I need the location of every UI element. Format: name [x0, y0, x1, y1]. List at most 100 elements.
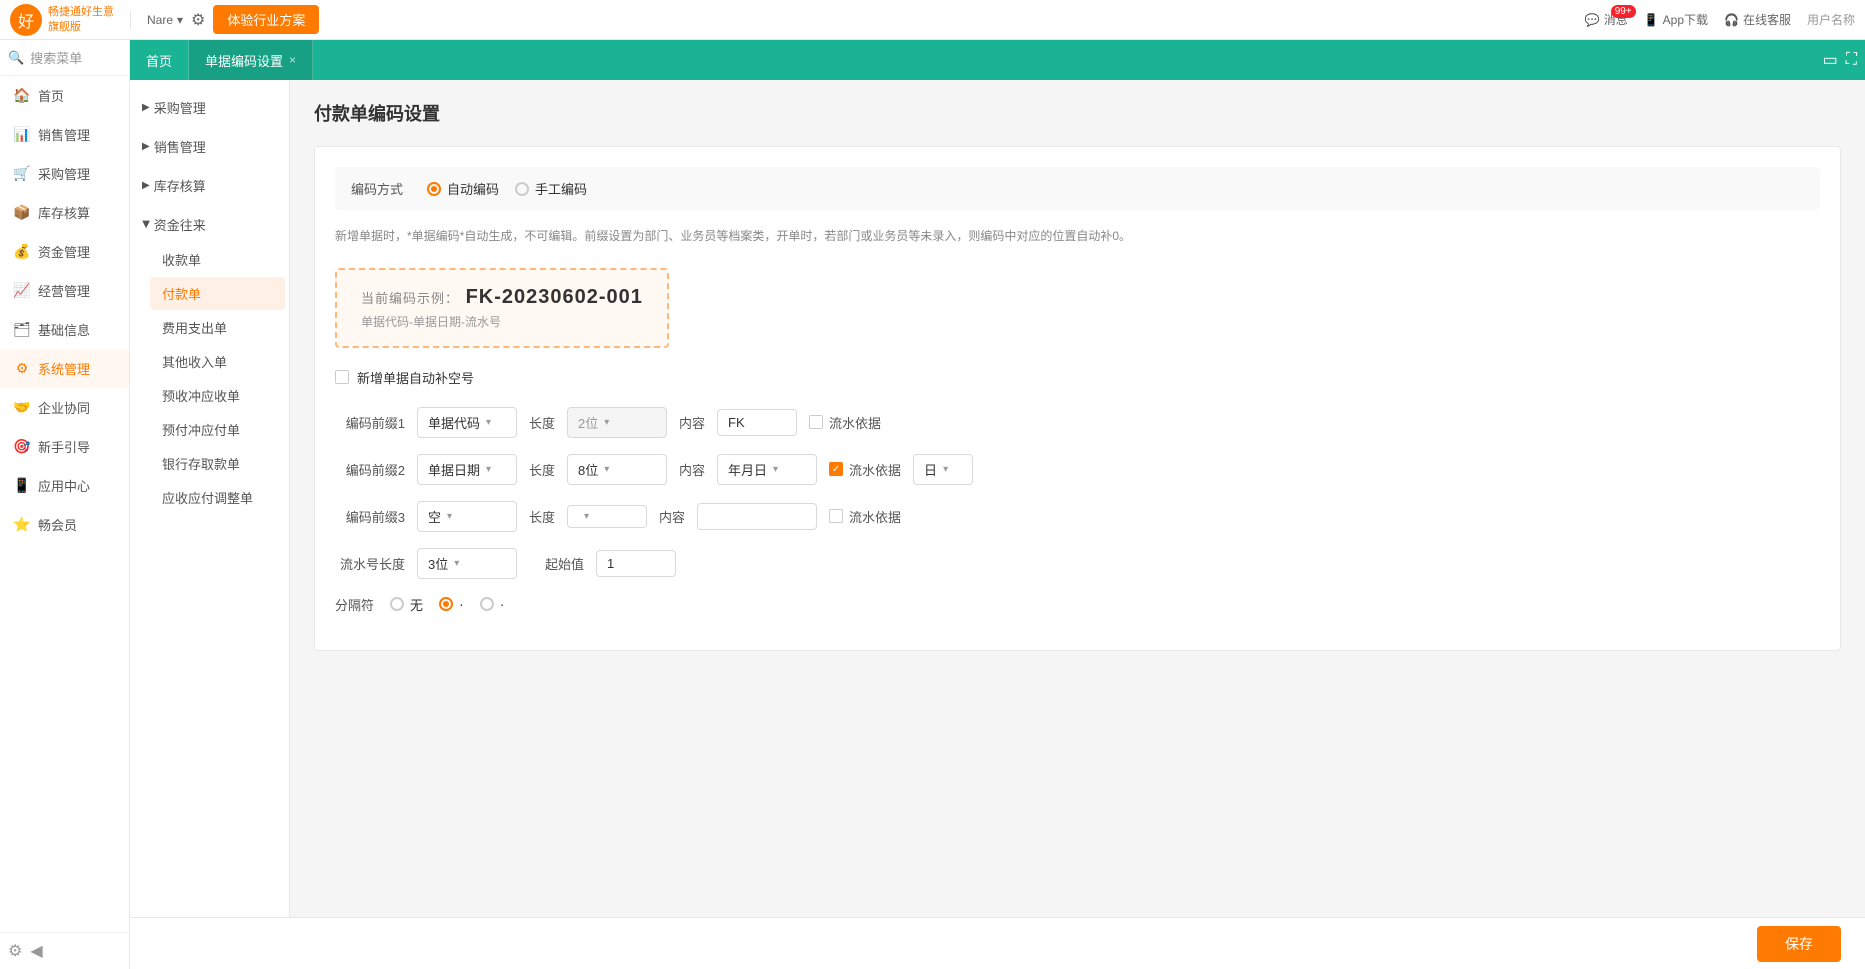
basic-icon: 🗂	[14, 322, 30, 338]
prefix2-length-label: 长度	[529, 460, 555, 479]
sub-nav-capital[interactable]: ▶ 资金往来	[130, 207, 289, 242]
encoding-method-label: 编码方式	[351, 179, 403, 198]
separator-label: 分隔符	[335, 595, 374, 614]
prefix2-label: 编码前缀2	[335, 460, 405, 479]
select-arrow-icon: ▾	[604, 464, 609, 475]
auto-code-option[interactable]: 自动编码	[427, 179, 499, 198]
description-text: 新增单据时，*单据编码*自动生成，不可编辑。前缀设置为部门、业务员等档案类，开单…	[335, 226, 1820, 248]
serial-length-select[interactable]: 3位 ▾	[417, 548, 517, 579]
auto-code-radio[interactable]	[427, 182, 441, 196]
purchase-icon: 🛒	[14, 166, 30, 182]
sub-sidebar: ▶ 采购管理 ▶ 销售管理 ▶ 库存核算 ▶ 资金往来 收款单 付款单	[130, 80, 290, 969]
prefix3-select[interactable]: 空 ▾	[417, 501, 517, 532]
sidebar-item-basic[interactable]: 🗂 基础信息	[0, 310, 129, 349]
message-button[interactable]: 💬 消息 99+	[1585, 11, 1628, 28]
topbar: 好 畅捷通好生意 旗舰版 Nare ▾ ⚙ 体验行业方案 💬 消息 99+ 📱 …	[0, 0, 1865, 40]
preview-code: 当前编码示例： FK-20230602-001	[361, 286, 643, 309]
prefix2-select[interactable]: 单据日期 ▾	[417, 454, 517, 485]
fullscreen-icon[interactable]: ⛶	[1846, 51, 1857, 69]
prefix3-stream-checkbox[interactable]	[829, 509, 843, 523]
prefix1-stream-checkbox[interactable]	[809, 415, 823, 429]
sub-nav-group-purchase: ▶ 采购管理	[130, 90, 289, 125]
sidebar-item-system[interactable]: ⚙ 系统管理	[0, 349, 129, 388]
sidebar-item-purchase[interactable]: 🛒 采购管理	[0, 154, 129, 193]
logo-icon: 好	[10, 4, 42, 36]
sidebar-item-sales[interactable]: 📊 销售管理	[0, 115, 129, 154]
sub-nav-capital-children: 收款单 付款单 费用支出单 其他收入单 预收冲应收单 预付冲应付单 银行存取款单…	[130, 243, 289, 514]
sidebar-collapse-button[interactable]: ◀	[30, 941, 42, 961]
arrow-icon: ▶	[140, 221, 151, 229]
sub-nav-expense[interactable]: 费用支出单	[150, 311, 285, 344]
topbar-company[interactable]: Nare ▾	[147, 13, 183, 27]
sub-nav-group-inventory: ▶ 库存核算	[130, 168, 289, 203]
arrow-icon: ▶	[142, 102, 150, 113]
sidebar-item-inventory[interactable]: 📦 库存核算	[0, 193, 129, 232]
prefix1-row: 编码前缀1 单据代码 ▾ 长度 2位 ▾ 内容 流水依据	[335, 407, 1820, 438]
sidebar-item-operations[interactable]: 📈 经营管理	[0, 271, 129, 310]
select-arrow-icon: ▾	[454, 558, 459, 569]
sales-icon: 📊	[14, 127, 30, 143]
topbar-divider	[130, 10, 131, 30]
sub-nav-prepay-receive[interactable]: 预收冲应收单	[150, 379, 285, 412]
sidebar-item-member[interactable]: ⭐ 畅会员	[0, 505, 129, 544]
serial-length-row: 流水号长度 3位 ▾ 起始值	[335, 548, 1820, 579]
online-service-button[interactable]: 🎧 在线客服	[1724, 11, 1791, 28]
prefix2-length-select[interactable]: 8位 ▾	[567, 454, 667, 485]
tab-home[interactable]: 首页	[130, 40, 189, 80]
select-arrow-icon: ▾	[584, 511, 589, 522]
sep-period-radio[interactable]	[480, 597, 494, 611]
start-value-input[interactable]	[596, 550, 676, 577]
prefix3-label: 编码前缀3	[335, 507, 405, 526]
sub-nav-prepay-pay[interactable]: 预付冲应付单	[150, 413, 285, 446]
apps-icon: 📱	[14, 478, 30, 494]
tab-encoding-settings[interactable]: 单据编码设置 ×	[189, 40, 313, 80]
sub-nav-sales[interactable]: ▶ 销售管理	[130, 129, 289, 164]
inventory-icon: 📦	[14, 205, 30, 221]
sidebar-item-guide[interactable]: 🎯 新手引导	[0, 427, 129, 466]
auto-fill-checkbox[interactable]	[335, 370, 349, 384]
select-arrow-icon: ▾	[604, 417, 609, 428]
sub-nav-other-income[interactable]: 其他收入单	[150, 345, 285, 378]
sub-nav-adjustments[interactable]: 应收应付调整单	[150, 481, 285, 514]
sep-dot-radio[interactable]	[439, 597, 453, 611]
encoding-method-row: 编码方式 自动编码 手工编码	[335, 167, 1820, 210]
prefix3-content-input[interactable]	[697, 503, 817, 530]
settings-icon[interactable]: ⚙	[191, 10, 205, 30]
sub-nav-inventory[interactable]: ▶ 库存核算	[130, 168, 289, 203]
preview-desc: 单据代码-单据日期-流水号	[361, 313, 643, 330]
app-download-button[interactable]: 📱 App下载	[1644, 11, 1708, 28]
sub-nav-bank[interactable]: 银行存取款单	[150, 447, 285, 480]
sep-period-option[interactable]: ·	[480, 596, 505, 612]
prefix1-content-input[interactable]	[717, 409, 797, 436]
sidebar-item-home[interactable]: 🏠 首页	[0, 76, 129, 115]
sub-nav-receipt[interactable]: 收款单	[150, 243, 285, 276]
sep-none-option[interactable]: 无	[390, 595, 423, 614]
sidebar-item-finance[interactable]: 💰 资金管理	[0, 232, 129, 271]
prefix3-length-select[interactable]: ▾	[567, 505, 647, 528]
sub-nav-payment[interactable]: 付款单	[150, 277, 285, 310]
prefix2-row: 编码前缀2 单据日期 ▾ 长度 8位 ▾ 内容 年月日 ▾ ✓ 流水依据	[335, 454, 1820, 485]
sep-none-radio[interactable]	[390, 597, 404, 611]
separator-row: 分隔符 无 · ·	[335, 595, 1820, 614]
sidebar-item-enterprise[interactable]: 🤝 企业协同	[0, 388, 129, 427]
sidebar-settings-button[interactable]: ⚙	[8, 941, 22, 961]
sidebar-nav: 🏠 首页 📊 销售管理 🛒 采购管理 📦 库存核算 💰 资金管理 📈 经营管理 …	[0, 76, 129, 932]
tab-close-icon[interactable]: ×	[289, 53, 296, 67]
trial-button[interactable]: 体验行业方案	[213, 5, 319, 34]
manual-code-option[interactable]: 手工编码	[515, 179, 587, 198]
logo-text: 畅捷通好生意 旗舰版	[48, 5, 114, 34]
sep-dot-option[interactable]: ·	[439, 596, 464, 612]
prefix2-content-select[interactable]: 年月日 ▾	[717, 454, 817, 485]
sub-nav-purchase[interactable]: ▶ 采购管理	[130, 90, 289, 125]
user-avatar[interactable]: 用户名称	[1807, 11, 1855, 28]
finance-icon: 💰	[14, 244, 30, 260]
restore-icon[interactable]: ▭	[1823, 50, 1838, 70]
prefix2-period-select[interactable]: 日 ▾	[913, 454, 973, 485]
search-menu-button[interactable]: 🔍 搜索菜单	[0, 40, 129, 76]
save-button[interactable]: 保存	[1757, 926, 1841, 962]
prefix3-length-label: 长度	[529, 507, 555, 526]
prefix1-select[interactable]: 单据代码 ▾	[417, 407, 517, 438]
prefix2-stream-checkbox[interactable]: ✓	[829, 462, 843, 476]
manual-code-radio[interactable]	[515, 182, 529, 196]
sidebar-item-apps[interactable]: 📱 应用中心	[0, 466, 129, 505]
